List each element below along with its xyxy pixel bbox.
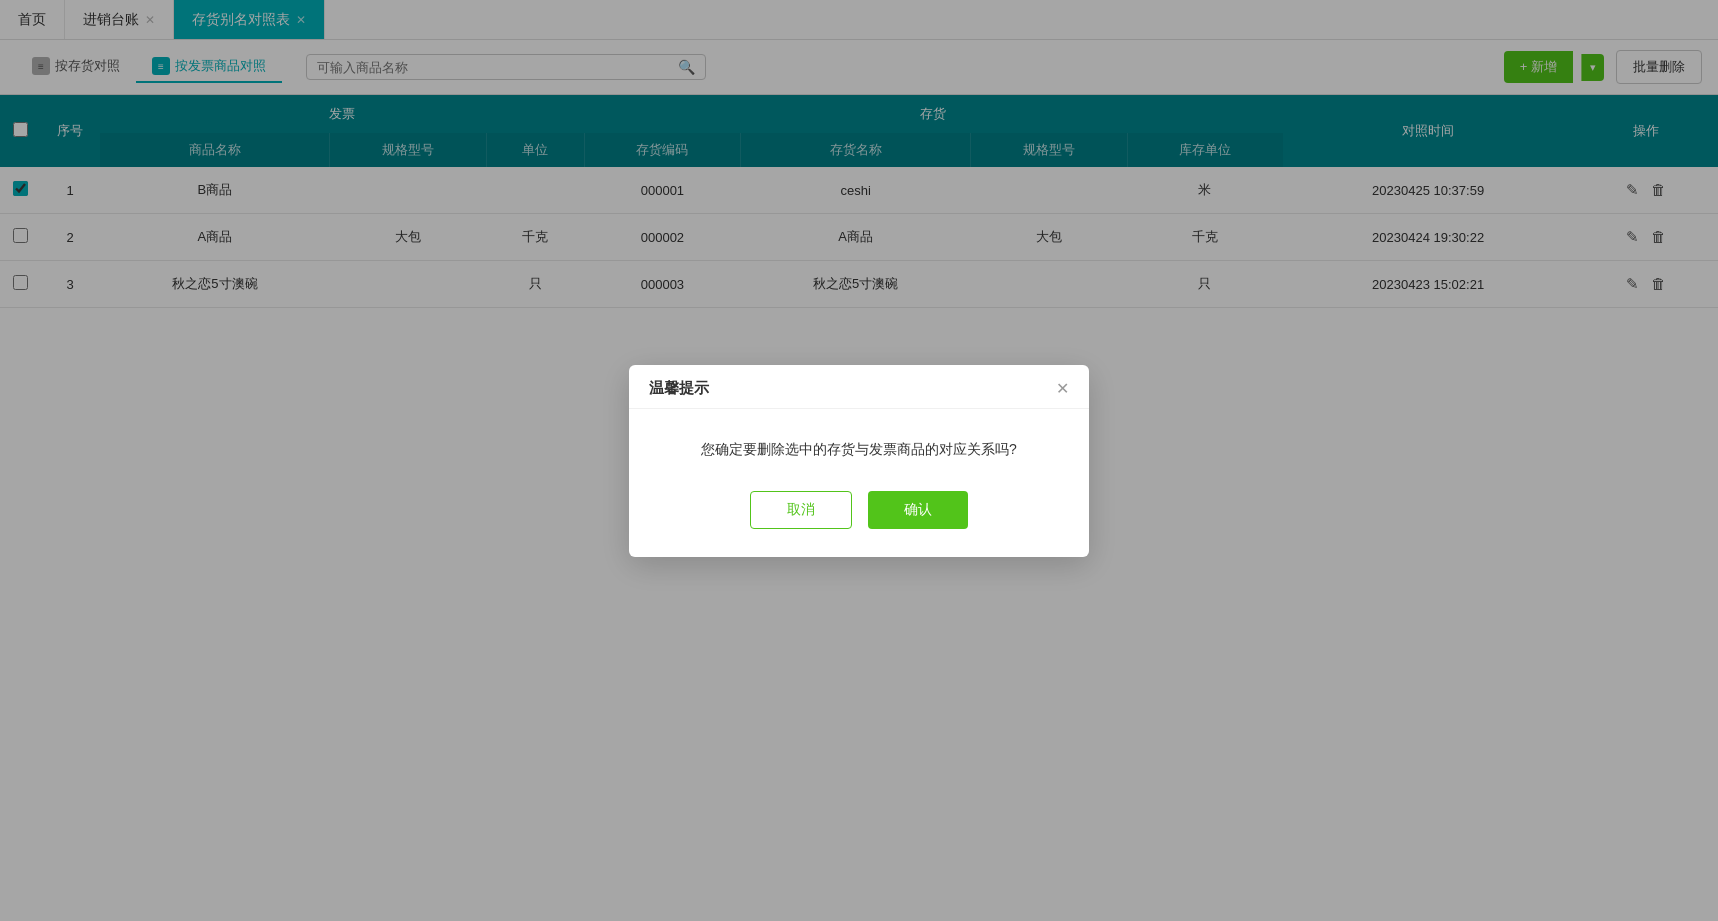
dialog-body: 您确定要删除选中的存货与发票商品的对应关系吗? bbox=[629, 409, 1089, 483]
dialog-header: 温馨提示 ✕ bbox=[629, 365, 1089, 409]
dialog-confirm-button[interactable]: 确认 bbox=[868, 491, 968, 529]
dialog-close-button[interactable]: ✕ bbox=[1056, 379, 1069, 398]
dialog-cancel-button[interactable]: 取消 bbox=[750, 491, 852, 529]
delete-confirm-overlay: 温馨提示 ✕ 您确定要删除选中的存货与发票商品的对应关系吗? 取消 确认 bbox=[0, 0, 1718, 921]
dialog-message: 您确定要删除选中的存货与发票商品的对应关系吗? bbox=[701, 441, 1017, 457]
dialog-footer: 取消 确认 bbox=[629, 483, 1089, 557]
delete-confirm-dialog: 温馨提示 ✕ 您确定要删除选中的存货与发票商品的对应关系吗? 取消 确认 bbox=[629, 365, 1089, 557]
dialog-title: 温馨提示 bbox=[649, 379, 709, 398]
